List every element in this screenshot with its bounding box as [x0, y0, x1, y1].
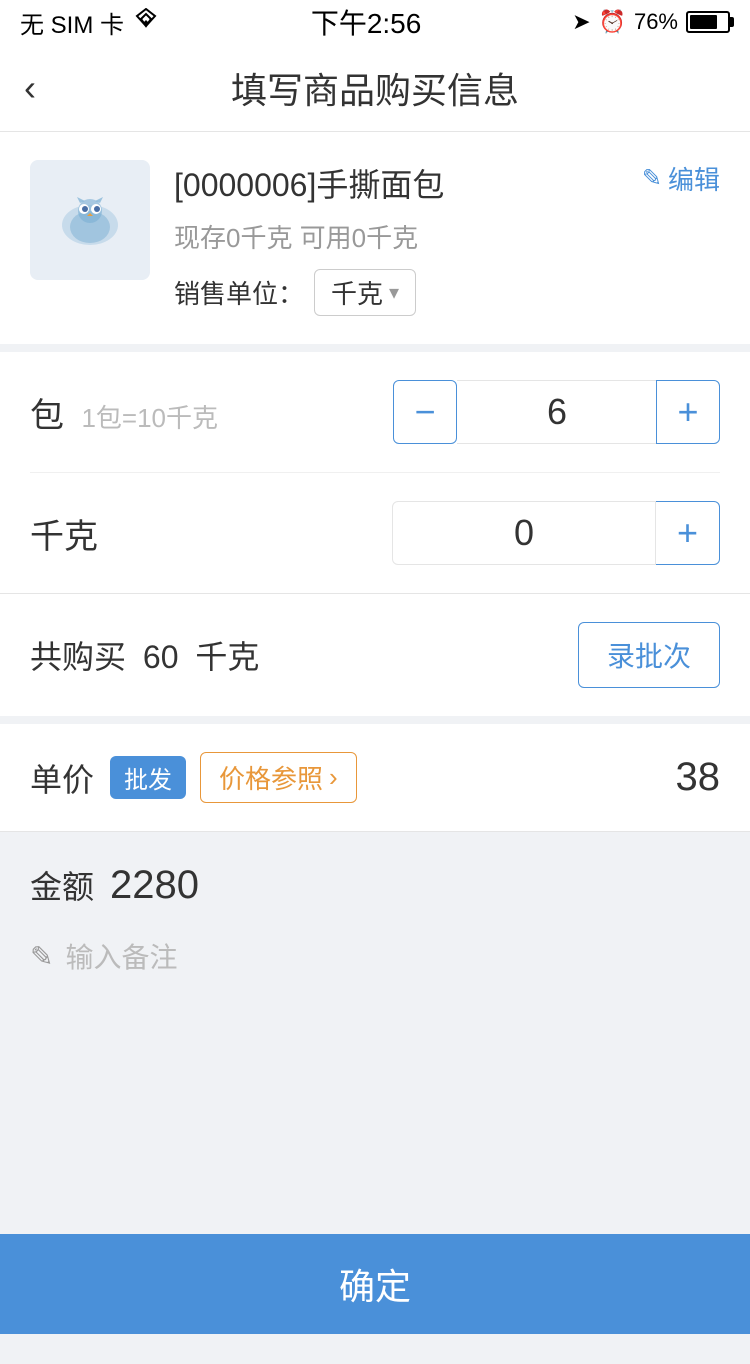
product-unit-row: 销售单位： 千克 ▾ [174, 269, 720, 316]
carrier-text: 无 SIM 卡 [20, 5, 124, 40]
qty-controls-kg: + [392, 501, 720, 565]
edit-button[interactable]: ✎ 编辑 [642, 160, 720, 197]
qty-plus-kg[interactable]: + [656, 501, 720, 565]
product-logo [55, 193, 125, 247]
qty-label-kg: 千克 [30, 509, 392, 558]
status-right: ➤ ⏰ 76% [572, 9, 730, 35]
amount-label: 金额 [30, 862, 94, 908]
note-row[interactable]: ✎ 输入备注 [30, 928, 720, 984]
product-stock: 现存0千克 可用0千克 [174, 218, 720, 255]
price-type-tag: 批发 [110, 756, 186, 799]
unit-label: 销售单位： [174, 274, 304, 311]
page-title: 填写商品购买信息 [231, 62, 519, 114]
amount-row: 金额 2280 [30, 862, 720, 908]
amount-value: 2280 [110, 863, 199, 908]
alarm-icon: ⏰ [599, 9, 626, 35]
qty-plus-bao[interactable]: + [656, 380, 720, 444]
qty-input-bao[interactable] [457, 380, 657, 444]
price-section: 单价 批发 价格参照 › 38 [0, 724, 750, 832]
summary-amount: 60 [143, 639, 179, 675]
edit-icon: ✎ [642, 164, 662, 193]
batch-button[interactable]: 录批次 [578, 622, 720, 688]
unit-value: 千克 [331, 274, 383, 311]
price-ref-button[interactable]: 价格参照 › [200, 752, 357, 803]
qty-input-kg[interactable] [392, 501, 656, 565]
summary-section: 共购买 60 千克 录批次 [0, 594, 750, 724]
confirm-button[interactable]: 确定 [0, 1234, 750, 1334]
status-time: 下午2:56 [311, 2, 422, 42]
price-ref-arrow: › [329, 762, 338, 793]
summary-text: 共购买 60 千克 [30, 632, 259, 678]
qty-row-kg: 千克 + [30, 473, 720, 593]
product-card: [0000006]手撕面包 现存0千克 可用0千克 销售单位： 千克 ▾ ✎ 编… [0, 132, 750, 352]
price-value: 38 [676, 755, 721, 800]
wifi-icon [132, 8, 160, 37]
battery-percent: 76% [634, 9, 678, 35]
amount-section: 金额 2280 ✎ 输入备注 [0, 832, 750, 984]
qty-sublabel-bao: 1包=10千克 [81, 403, 218, 433]
product-name: [0000006]手撕面包 [174, 160, 720, 206]
price-label: 单价 [30, 755, 94, 801]
battery-icon [686, 11, 730, 33]
note-icon: ✎ [30, 940, 53, 973]
quantity-section: 包 1包=10千克 − + 千克 + [0, 352, 750, 594]
status-carrier: 无 SIM 卡 [20, 5, 160, 40]
unit-dropdown-icon: ▾ [389, 280, 399, 305]
location-icon: ➤ [572, 9, 590, 35]
qty-minus-bao[interactable]: − [393, 380, 457, 444]
status-bar: 无 SIM 卡 下午2:56 ➤ ⏰ 76% [0, 0, 750, 44]
qty-controls-bao: − + [393, 380, 720, 444]
product-thumbnail [30, 160, 150, 280]
product-info: [0000006]手撕面包 现存0千克 可用0千克 销售单位： 千克 ▾ [174, 160, 720, 316]
nav-bar: ‹ 填写商品购买信息 [0, 44, 750, 132]
qty-label-bao: 包 1包=10千克 [30, 388, 393, 437]
back-button[interactable]: ‹ [24, 67, 36, 109]
unit-select[interactable]: 千克 ▾ [314, 269, 416, 316]
qty-row-bao: 包 1包=10千克 − + [30, 352, 720, 473]
note-placeholder: 输入备注 [65, 936, 177, 976]
